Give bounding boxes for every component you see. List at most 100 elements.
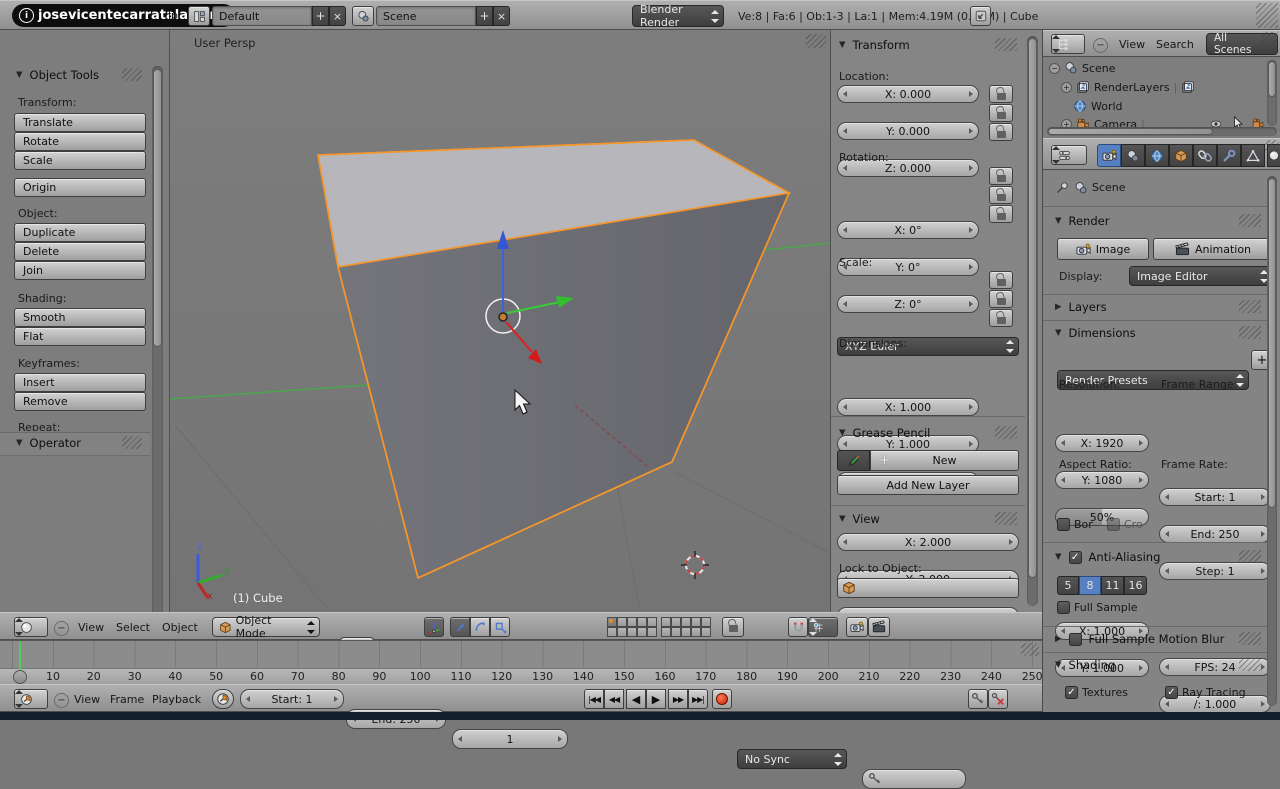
- viewport-corner-widget[interactable]: [806, 34, 826, 48]
- layer-toggle-cell[interactable]: [671, 617, 681, 627]
- timeline-ruler[interactable]: 10 20 30 40 50 60 70 80 90 100 110 120 130 140 150 160 1…: [0, 668, 1042, 684]
- section-drag-widget[interactable]: [1239, 550, 1261, 563]
- layer-toggle-cell[interactable]: [637, 627, 647, 637]
- duplicate-button[interactable]: Duplicate: [14, 223, 146, 242]
- collapse-minus-icon[interactable]: −: [1049, 62, 1060, 74]
- snap-element-dropdown[interactable]: [808, 617, 838, 637]
- object-tools-panel-header[interactable]: ▼ Object Tools: [16, 68, 99, 82]
- close-layout-button[interactable]: ×: [329, 6, 346, 26]
- layer-toggle-cell[interactable]: [701, 617, 711, 627]
- section-drag-widget[interactable]: [1239, 214, 1261, 227]
- layer-toggle-cell[interactable]: [607, 627, 617, 637]
- layers-grid-1[interactable]: [607, 617, 657, 637]
- full-sample-checkbox[interactable]: [1057, 601, 1070, 614]
- tab-constraints[interactable]: [1193, 144, 1217, 167]
- anti-aliasing-section-header[interactable]: ▼ ✓ Anti-Aliasing: [1055, 550, 1160, 564]
- ray-tracing-checkbox-row[interactable]: ✓ Ray Tracing: [1165, 686, 1246, 699]
- textures-checkbox-row[interactable]: ✓ Textures: [1065, 686, 1128, 699]
- layers-grid-2[interactable]: [661, 617, 711, 637]
- view3d-menu-view[interactable]: View: [78, 621, 104, 634]
- add-scene-button[interactable]: +: [476, 6, 493, 26]
- outliner-hscrollbar-thumb[interactable]: [1048, 128, 1213, 135]
- aa-samples-8-button[interactable]: 8: [1079, 576, 1101, 595]
- outliner-menu-search[interactable]: Search: [1156, 38, 1194, 51]
- outliner-menu-view[interactable]: View: [1119, 38, 1145, 51]
- rotation-x-field[interactable]: X: 0°: [837, 221, 979, 239]
- layer-toggle-cell[interactable]: [681, 617, 691, 627]
- tab-scene[interactable]: [1121, 144, 1145, 167]
- crop-checkbox[interactable]: [1107, 518, 1120, 531]
- smooth-button[interactable]: Smooth: [14, 308, 146, 327]
- jump-to-start-button[interactable]: |◀◀: [584, 689, 604, 709]
- start-frame-field[interactable]: Start: 1: [240, 689, 344, 709]
- render-animation-button[interactable]: Animation: [1153, 238, 1273, 260]
- crop-checkbox-row[interactable]: Cro: [1107, 518, 1143, 531]
- outliner-row-world[interactable]: World: [1073, 99, 1123, 113]
- scale-manipulator-button[interactable]: [490, 617, 510, 637]
- layers-section-header[interactable]: ▶ Layers: [1055, 300, 1107, 314]
- view-panel-header[interactable]: ▼ View: [839, 512, 880, 526]
- snap-magnet-button[interactable]: [788, 617, 808, 637]
- jump-to-end-button[interactable]: ▶▶|: [688, 689, 708, 709]
- collapse-menus-button[interactable]: −: [54, 621, 69, 636]
- previous-keyframe-button[interactable]: ◀◀: [604, 689, 624, 709]
- section-drag-widget[interactable]: [1239, 300, 1261, 313]
- location-x-field[interactable]: X: 0.000: [837, 85, 979, 103]
- shading-section-header[interactable]: ▼ Shading: [1055, 658, 1115, 672]
- layer-toggle-cell[interactable]: [671, 627, 681, 637]
- editor-corner-widget[interactable]: [1021, 643, 1039, 656]
- timeline-menu-playback[interactable]: Playback: [152, 693, 201, 706]
- layer-toggle-cell[interactable]: [627, 617, 637, 627]
- textures-checkbox[interactable]: ✓: [1065, 686, 1078, 699]
- panel-drag-widget[interactable]: [995, 38, 1017, 51]
- record-button[interactable]: [712, 689, 732, 709]
- grease-pencil-panel-header[interactable]: ▼ Grease Pencil: [839, 426, 930, 440]
- layer-toggle-cell[interactable]: [637, 617, 647, 627]
- timeline[interactable]: 10 20 30 40 50 60 70 80 90 100 110 120 130 140 150 160 1…: [0, 640, 1042, 684]
- frame-step-field[interactable]: Step: 1: [1159, 562, 1271, 580]
- preview-range-button[interactable]: [212, 689, 234, 709]
- frame-end-field[interactable]: End: 250: [1159, 525, 1271, 543]
- expand-plus-icon[interactable]: +: [1061, 81, 1072, 93]
- current-frame-field[interactable]: 1: [452, 729, 568, 749]
- delete-button[interactable]: Delete: [14, 242, 146, 261]
- tab-world[interactable]: [1145, 144, 1169, 167]
- viewport-3d[interactable]: User Persp z y x (1) Cube: [170, 30, 830, 612]
- editor-type-button[interactable]: [1051, 34, 1085, 54]
- layer-toggle-cell[interactable]: [617, 627, 627, 637]
- location-y-field[interactable]: Y: 0.000: [837, 122, 979, 140]
- dimensions-section-header[interactable]: ▼ Dimensions: [1055, 326, 1136, 340]
- screen-layout-icon-button[interactable]: [188, 6, 210, 26]
- lock-scale-z-button[interactable]: [989, 309, 1013, 327]
- outliner-row-scene[interactable]: − Scene: [1049, 61, 1116, 75]
- outliner-vscrollbar-thumb[interactable]: [1268, 61, 1276, 97]
- add-new-layer-button[interactable]: Add New Layer: [837, 475, 1019, 495]
- scene-field[interactable]: Scene: [376, 6, 476, 26]
- layer-toggle-cell[interactable]: [647, 617, 657, 627]
- lock-scale-y-button[interactable]: [989, 290, 1013, 308]
- scale-button[interactable]: Scale: [14, 151, 146, 170]
- scene-icon-button[interactable]: [352, 6, 374, 26]
- translate-button[interactable]: Translate: [14, 113, 146, 132]
- panel-drag-widget[interactable]: [122, 436, 142, 449]
- border-checkbox[interactable]: [1057, 518, 1070, 531]
- collapse-menus-button[interactable]: −: [1093, 38, 1108, 53]
- duplicate-window-button[interactable]: [970, 6, 991, 26]
- ray-tracing-checkbox[interactable]: ✓: [1165, 686, 1178, 699]
- layer-toggle-cell[interactable]: [691, 617, 701, 627]
- aa-samples-5-button[interactable]: 5: [1057, 576, 1079, 595]
- render-image-button[interactable]: Image: [1057, 238, 1149, 260]
- layer-toggle-cell[interactable]: [661, 617, 671, 627]
- tab-data[interactable]: [1241, 144, 1265, 167]
- render-engine-dropdown[interactable]: Blender Render: [632, 3, 724, 29]
- flat-button[interactable]: Flat: [14, 327, 146, 346]
- resolution-x-field[interactable]: X: 1920: [1055, 434, 1149, 452]
- lock-to-object-field[interactable]: [837, 578, 1019, 598]
- panel-drag-widget[interactable]: [995, 512, 1017, 525]
- panel-drag-widget[interactable]: [995, 426, 1017, 439]
- rotation-z-field[interactable]: Z: 0°: [837, 295, 979, 313]
- insert-keyframe-button[interactable]: Insert: [14, 373, 146, 392]
- play-reverse-button[interactable]: ◀: [626, 689, 646, 709]
- properties-scrollbar-thumb[interactable]: [1268, 178, 1276, 508]
- collapse-menus-button[interactable]: −: [54, 693, 69, 708]
